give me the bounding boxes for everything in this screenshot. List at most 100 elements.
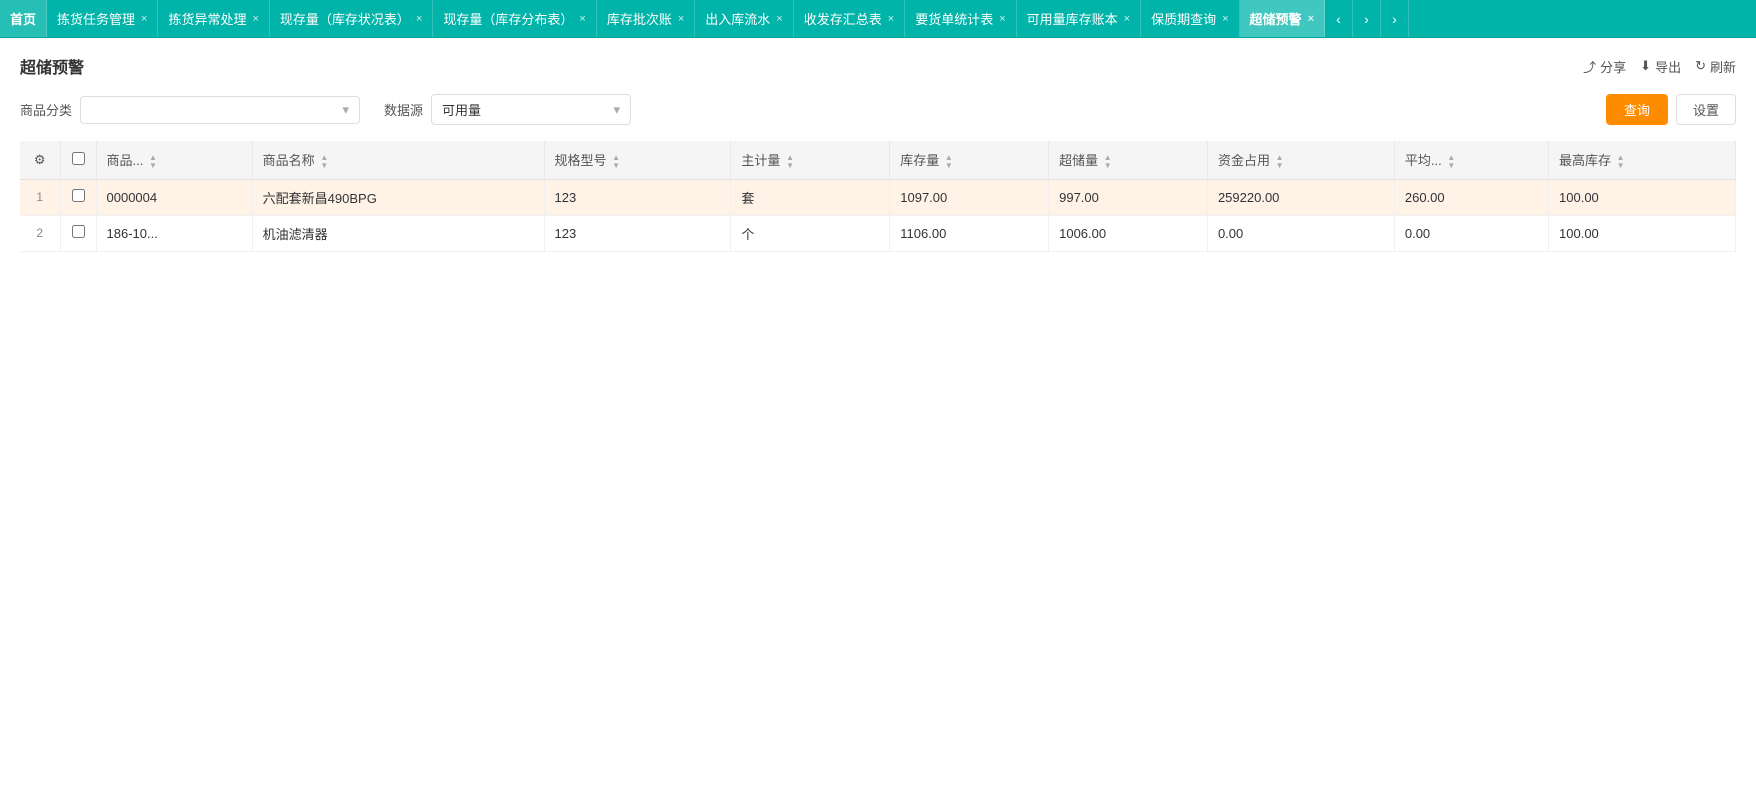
datasource-arrow: ▾ <box>614 102 621 118</box>
capital-usage: 259220.00 <box>1207 179 1394 215</box>
top-nav: 首页 拣货任务管理 × 拣货异常处理 × 现存量（库存状况表） × 现存量（库存… <box>0 0 1756 38</box>
datasource-select[interactable]: 可用量 ▾ <box>431 94 631 125</box>
nav-home[interactable]: 首页 <box>0 0 47 37</box>
settings-icon[interactable]: ⚙ <box>34 152 46 167</box>
row-checkbox-cell <box>60 179 96 215</box>
nav-expiry-query[interactable]: 保质期查询 × <box>1141 0 1239 37</box>
close-overstock-warning[interactable]: × <box>1308 13 1314 25</box>
sort-unit: ▲▼ <box>786 154 794 170</box>
max-stock: 100.00 <box>1549 215 1736 251</box>
product-code: 186-10... <box>96 215 252 251</box>
max-stock: 100.00 <box>1549 179 1736 215</box>
nav-order-stat[interactable]: 要货单统计表 × <box>905 0 1016 37</box>
close-stock-dist[interactable]: × <box>579 13 585 25</box>
col-unit[interactable]: 主计量 ▲▼ <box>731 141 890 179</box>
nav-next-arrow[interactable]: › <box>1353 0 1381 37</box>
nav-more-arrow[interactable]: › <box>1381 0 1409 37</box>
nav-task-mgmt[interactable]: 拣货任务管理 × <box>47 0 158 37</box>
nav-prev-arrow[interactable]: ‹ <box>1325 0 1353 37</box>
select-all-checkbox[interactable] <box>72 152 85 165</box>
share-button[interactable]: ⤴ 分享 <box>1583 57 1626 76</box>
capital-usage: 0.00 <box>1207 215 1394 251</box>
refresh-icon: ↻ <box>1695 58 1706 74</box>
nav-exception[interactable]: 拣货异常处理 × <box>158 0 269 37</box>
col-checkbox <box>60 141 96 179</box>
table-header-row: ⚙ 商品... ▲▼ 商品名称 ▲▼ 规格型号 ▲▼ 主计 <box>20 141 1736 179</box>
sort-product-code: ▲▼ <box>149 154 157 170</box>
spec: 123 <box>544 179 731 215</box>
datasource-value: 可用量 <box>442 100 481 119</box>
page-title: 超储预警 <box>20 54 84 78</box>
share-icon: ⤴ <box>1583 57 1596 76</box>
col-capital-usage[interactable]: 资金占用 ▲▼ <box>1207 141 1394 179</box>
nav-available-ledger[interactable]: 可用量库存账本 × <box>1017 0 1141 37</box>
row-checkbox-cell <box>60 215 96 251</box>
table-row: 1 0000004 六配套新昌490BPG 123 套 1097.00 997.… <box>20 179 1736 215</box>
product-category-label: 商品分类 <box>20 100 72 119</box>
sort-spec: ▲▼ <box>612 154 620 170</box>
sort-overstock-qty: ▲▼ <box>1104 154 1112 170</box>
close-inout-flow[interactable]: × <box>776 13 782 25</box>
avg: 0.00 <box>1394 215 1548 251</box>
table-row: 2 186-10... 机油滤清器 123 个 1106.00 1006.00 … <box>20 215 1736 251</box>
row-number: 1 <box>20 179 60 215</box>
product-code: 0000004 <box>96 179 252 215</box>
close-order-stat[interactable]: × <box>999 13 1005 25</box>
col-product-code[interactable]: 商品... ▲▼ <box>96 141 252 179</box>
export-icon: ⬇ <box>1640 58 1651 74</box>
col-overstock-qty[interactable]: 超储量 ▲▼ <box>1049 141 1208 179</box>
filter-actions: 查询 设置 <box>1606 94 1736 125</box>
datasource-filter: 数据源 可用量 ▾ <box>384 94 631 125</box>
col-spec[interactable]: 规格型号 ▲▼ <box>544 141 731 179</box>
sort-stock-qty: ▲▼ <box>945 154 953 170</box>
export-button[interactable]: ⬇ 导出 <box>1640 57 1681 76</box>
nav-batch-ledger[interactable]: 库存批次账 × <box>597 0 695 37</box>
spec: 123 <box>544 215 731 251</box>
close-available-ledger[interactable]: × <box>1124 13 1130 25</box>
page-actions: ⤴ 分享 ⬇ 导出 ↻ 刷新 <box>1583 57 1736 76</box>
col-max-stock[interactable]: 最高库存 ▲▼ <box>1549 141 1736 179</box>
close-batch-ledger[interactable]: × <box>678 13 684 25</box>
sort-product-name: ▲▼ <box>320 154 328 170</box>
settings-button[interactable]: 设置 <box>1676 94 1736 125</box>
product-category-arrow: ▾ <box>342 102 349 118</box>
page-header: 超储预警 ⤴ 分享 ⬇ 导出 ↻ 刷新 <box>20 54 1736 78</box>
filter-bar: 商品分类 ▾ 数据源 可用量 ▾ 查询 设置 <box>20 94 1736 125</box>
close-stock-status[interactable]: × <box>416 13 422 25</box>
refresh-button[interactable]: ↻ 刷新 <box>1695 57 1736 76</box>
stock-qty: 1097.00 <box>890 179 1049 215</box>
col-stock-qty[interactable]: 库存量 ▲▼ <box>890 141 1049 179</box>
row-number: 2 <box>20 215 60 251</box>
row-checkbox-1[interactable] <box>72 225 85 238</box>
col-product-name[interactable]: 商品名称 ▲▼ <box>252 141 544 179</box>
col-avg[interactable]: 平均... ▲▼ <box>1394 141 1548 179</box>
datasource-label: 数据源 <box>384 100 423 119</box>
nav-inout-flow[interactable]: 出入库流水 × <box>695 0 793 37</box>
nav-stock-dist[interactable]: 现存量（库存分布表） × <box>433 0 596 37</box>
sort-capital-usage: ▲▼ <box>1276 154 1284 170</box>
sort-avg: ▲▼ <box>1447 154 1455 170</box>
nav-stock-status[interactable]: 现存量（库存状况表） × <box>270 0 433 37</box>
query-button[interactable]: 查询 <box>1606 94 1668 125</box>
product-name: 机油滤清器 <box>252 215 544 251</box>
close-task-mgmt[interactable]: × <box>141 13 147 25</box>
close-exception[interactable]: × <box>252 13 258 25</box>
col-settings[interactable]: ⚙ <box>20 141 60 179</box>
product-category-filter: 商品分类 ▾ <box>20 96 360 124</box>
page-content: 超储预警 ⤴ 分享 ⬇ 导出 ↻ 刷新 商品分类 ▾ 数据源 <box>0 38 1756 268</box>
product-name: 六配套新昌490BPG <box>252 179 544 215</box>
sort-max-stock: ▲▼ <box>1617 154 1625 170</box>
row-checkbox-0[interactable] <box>72 189 85 202</box>
product-category-select[interactable]: ▾ <box>80 96 360 124</box>
avg: 260.00 <box>1394 179 1548 215</box>
unit: 个 <box>731 215 890 251</box>
nav-overstock-warning[interactable]: 超储预警 × <box>1240 0 1325 37</box>
data-table: ⚙ 商品... ▲▼ 商品名称 ▲▼ 规格型号 ▲▼ 主计 <box>20 141 1736 252</box>
overstock-qty: 997.00 <box>1049 179 1208 215</box>
nav-summary[interactable]: 收发存汇总表 × <box>794 0 905 37</box>
overstock-qty: 1006.00 <box>1049 215 1208 251</box>
close-summary[interactable]: × <box>888 13 894 25</box>
stock-qty: 1106.00 <box>890 215 1049 251</box>
unit: 套 <box>731 179 890 215</box>
close-expiry-query[interactable]: × <box>1222 13 1228 25</box>
